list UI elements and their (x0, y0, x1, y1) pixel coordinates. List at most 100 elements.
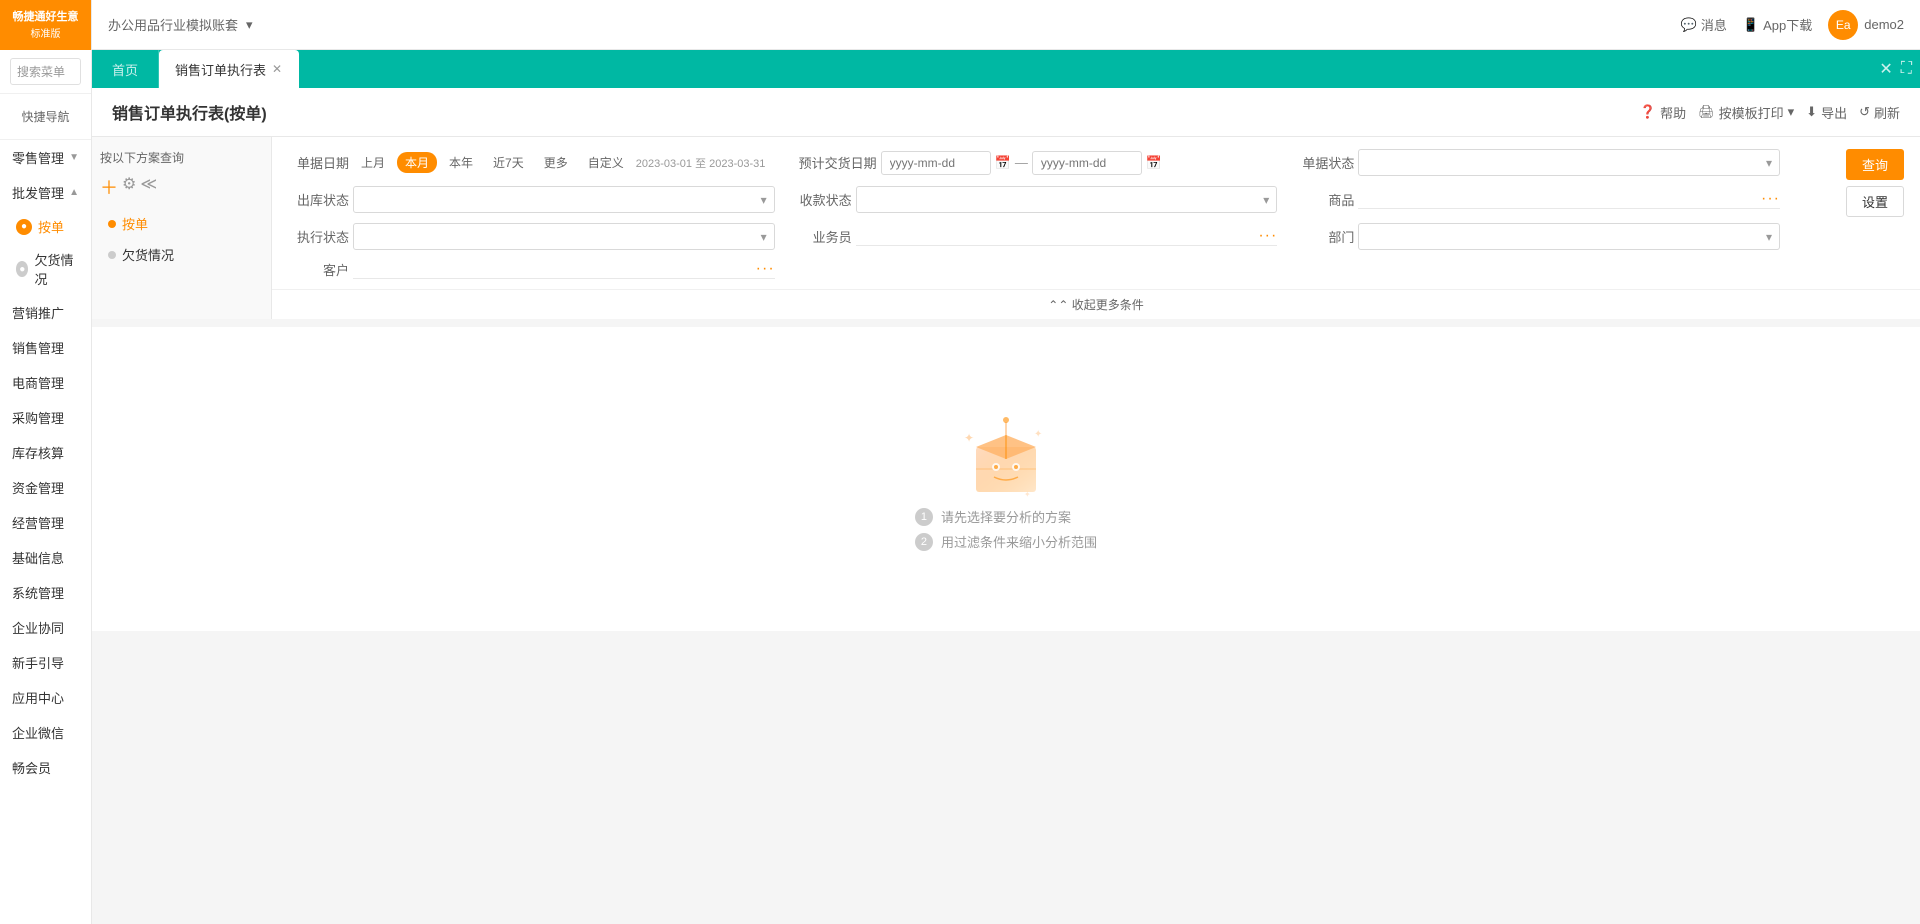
sidebar-item-wechat[interactable]: 企业微信 (0, 715, 91, 750)
calendar-icon-start[interactable]: 📅 (995, 155, 1011, 171)
sidebar-item-label: 经营管理 (12, 513, 64, 532)
tab-sales-exec[interactable]: 销售订单执行表 ✕ (159, 50, 299, 88)
svg-text:✦: ✦ (1034, 429, 1042, 440)
scheme-item-qhqk[interactable]: 欠货情况 (100, 239, 263, 270)
filter-col-expected-date: 预计交货日期 📅 — 📅 (787, 151, 1278, 175)
scheme-title-text: 按以下方案查询 (100, 149, 184, 166)
help-button[interactable]: ❓ 帮助 (1640, 103, 1686, 122)
sidebar-item-marketing[interactable]: 营销推广 (0, 295, 91, 330)
sidebar-item-label: 企业微信 (12, 723, 64, 742)
dept-select[interactable] (1358, 223, 1780, 250)
quick-nav-item[interactable]: 快捷导航 (0, 100, 91, 133)
scheme-actions: ＋ ⚙ ≪ (100, 174, 263, 200)
goods-label: 商品 (1289, 190, 1354, 209)
close-tab-action[interactable]: ✕ (1879, 59, 1892, 79)
exec-status-select[interactable] (353, 223, 775, 250)
add-scheme-icon[interactable]: ＋ (100, 174, 118, 200)
sidebar-item-basic-info[interactable]: 基础信息 (0, 540, 91, 575)
sidebar-item-sales[interactable]: 销售管理 (0, 330, 91, 365)
sidebar-item-member[interactable]: 畅会员 (0, 750, 91, 785)
filter-col-collection: 收款状态 (787, 186, 1278, 213)
edit-scheme-icon[interactable]: ⚙ (122, 174, 136, 200)
collapse-bar[interactable]: ⌃⌃ 收起更多条件 (272, 289, 1920, 319)
sidebar-item-label: 系统管理 (12, 583, 64, 602)
out-status-select[interactable] (353, 186, 775, 213)
collapse-scheme-icon[interactable]: ≪ (140, 174, 157, 200)
filter-row-2: 出库状态 收款状态 (284, 186, 1780, 213)
filter-scheme-panel: 按以下方案查询 ＋ ⚙ ≪ 按单 欠货情况 (92, 137, 272, 319)
search-menu-button[interactable]: 搜索菜单 (10, 58, 81, 85)
expand-tab-action[interactable]: ⛶ (1901, 60, 1912, 78)
user-name: demo2 (1864, 17, 1904, 32)
app-download-area[interactable]: 📱 App下载 (1743, 15, 1812, 34)
export-icon: ⬇ (1806, 104, 1817, 120)
sidebar-item-label: 基础信息 (12, 548, 64, 567)
date-tab-this-year[interactable]: 本年 (441, 152, 481, 173)
expected-date-label: 预计交货日期 (787, 153, 877, 172)
export-button[interactable]: ⬇ 导出 (1806, 103, 1847, 122)
empty-illustration: ✦ ✦ ✦ (956, 407, 1056, 507)
sidebar-item-inventory[interactable]: 库存核算 (0, 435, 91, 470)
query-button[interactable]: 查询 (1846, 149, 1904, 180)
sidebar-item-finance[interactable]: 资金管理 (0, 470, 91, 505)
sidebar-item-wholesale[interactable]: 批发管理 (0, 175, 91, 210)
expected-date-start[interactable] (881, 151, 991, 175)
scheme-dot (108, 220, 116, 228)
customer-more-icon[interactable]: ··· (756, 260, 775, 278)
sidebar-item-label: 库存核算 (12, 443, 64, 462)
empty-state: ✦ ✦ ✦ 1 请先选择要分析的方案 2 用过滤条件来缩小分析范围 (92, 327, 1920, 631)
calendar-icon-end[interactable]: 📅 (1146, 155, 1162, 171)
main-area: 办公用品行业模拟账套 ▾ 💬 消息 📱 App下载 Ea demo2 首页 销售… (92, 0, 1920, 924)
sidebar-item-system[interactable]: 系统管理 (0, 575, 91, 610)
filter-col-salesperson: 业务员 ··· (787, 227, 1278, 246)
tab-home-label: 首页 (112, 60, 138, 79)
status-select[interactable] (1358, 149, 1780, 176)
date-tab-custom[interactable]: 自定义 (580, 152, 632, 173)
print-button[interactable]: 🖨 按模板打印 ▾ (1698, 103, 1794, 122)
expected-date-inputs: 📅 — 📅 (881, 151, 1162, 175)
settings-button[interactable]: 设置 (1846, 186, 1904, 217)
sidebar-item-purchase[interactable]: 采购管理 (0, 400, 91, 435)
scheme-label: 按单 (122, 214, 148, 233)
salesperson-more-icon[interactable]: ··· (1258, 227, 1277, 245)
sidebar-sub-item-andan[interactable]: ● 按单 (0, 210, 91, 243)
sidebar-sub-item-qhqk[interactable]: ● 欠货情况 (0, 243, 91, 295)
sidebar-item-operations[interactable]: 经营管理 (0, 505, 91, 540)
date-tabs: 上月 本月 本年 近7天 更多 自定义 (353, 152, 632, 173)
filter-right-actions: 查询 设置 (1846, 149, 1904, 217)
sidebar-item-retail[interactable]: 零售管理 (0, 140, 91, 175)
message-label: 消息 (1701, 15, 1727, 34)
date-tab-more[interactable]: 更多 (536, 152, 576, 173)
user-avatar: Ea (1828, 10, 1858, 40)
message-icon-area[interactable]: 💬 消息 (1681, 15, 1727, 34)
scheme-item-andan[interactable]: 按单 (100, 208, 263, 239)
step-num-2: 2 (915, 533, 933, 551)
industry-dropdown[interactable]: ▾ (246, 17, 253, 33)
tab-bar-actions: ✕ ⛶ (1879, 59, 1920, 79)
date-tab-this-month[interactable]: 本月 (397, 152, 437, 173)
sidebar-item-label: 采购管理 (12, 408, 64, 427)
expected-date-end[interactable] (1032, 151, 1142, 175)
sidebar-item-appstore[interactable]: 应用中心 (0, 680, 91, 715)
date-controls: 上月 本月 本年 近7天 更多 自定义 2023-03-01 至 2023-03… (353, 152, 765, 173)
tab-close-icon[interactable]: ✕ (272, 62, 282, 76)
refresh-button[interactable]: ↺ 刷新 (1859, 103, 1900, 122)
user-area[interactable]: Ea demo2 (1828, 10, 1904, 40)
filter-col-doc-status: 单据状态 (1289, 149, 1780, 176)
sidebar-item-newbie[interactable]: 新手引导 (0, 645, 91, 680)
goods-more-icon[interactable]: ··· (1761, 190, 1780, 208)
page-header: 销售订单执行表(按单) ❓ 帮助 🖨 按模板打印 ▾ ⬇ 导出 ↺ 刷新 (92, 88, 1920, 137)
logo-sub: 标准版 (31, 25, 61, 40)
dept-label: 部门 (1289, 227, 1354, 246)
sidebar-item-ecommerce[interactable]: 电商管理 (0, 365, 91, 400)
date-tab-last-month[interactable]: 上月 (353, 152, 393, 173)
collection-status-wrapper (856, 186, 1278, 213)
date-separator: — (1015, 155, 1028, 170)
date-tab-7days[interactable]: 近7天 (485, 152, 532, 173)
sidebar-item-corp-collab[interactable]: 企业协同 (0, 610, 91, 645)
sub-item-icon: ● (16, 261, 28, 277)
collection-status-select[interactable] (856, 186, 1278, 213)
filter-scheme-title: 按以下方案查询 (100, 149, 263, 166)
sidebar-menu-list: 零售管理 批发管理 ● 按单 ● 欠货情况 营销推广 销售管理 电商管理 采购管… (0, 140, 91, 924)
tab-home[interactable]: 首页 (92, 50, 159, 88)
